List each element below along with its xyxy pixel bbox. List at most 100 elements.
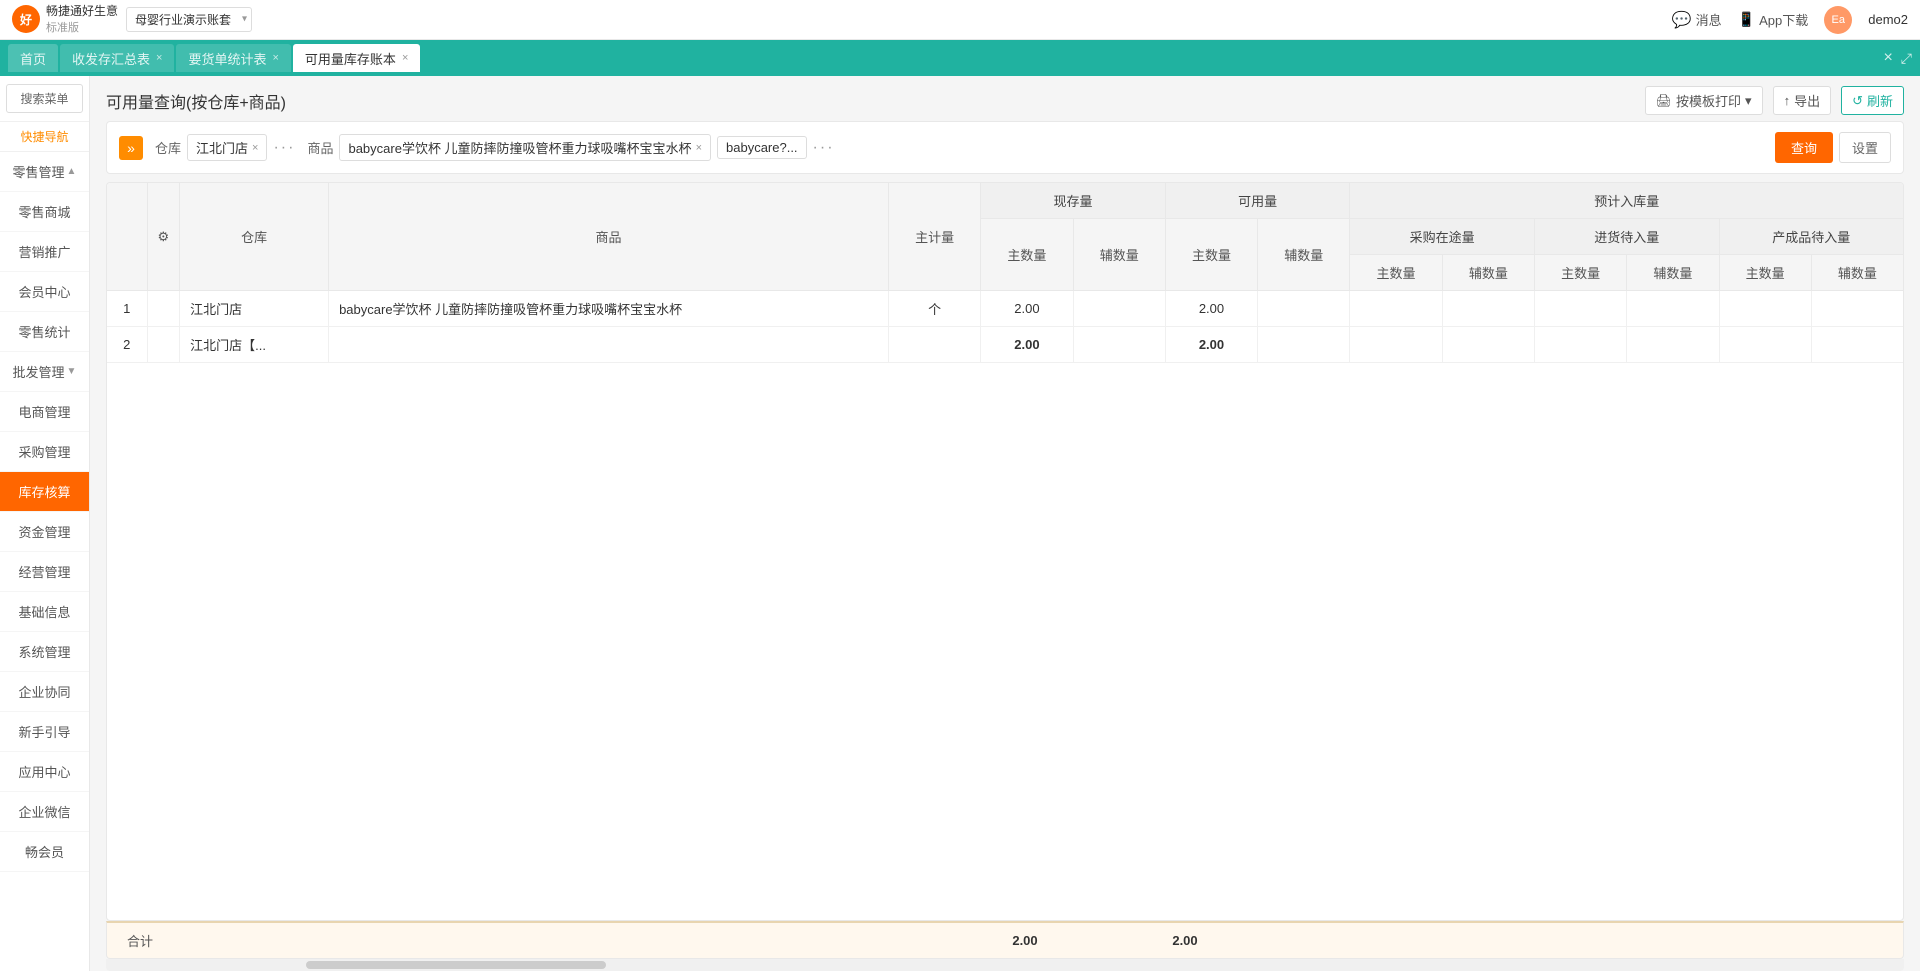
sidebar-item-new-guide[interactable]: 新手引导 xyxy=(0,712,89,752)
cell-seq: 1 xyxy=(107,291,147,327)
logo-sub: 标准版 xyxy=(46,19,118,35)
sidebar-finance-mgmt-label: 资金管理 xyxy=(18,522,70,541)
sidebar-item-enterprise-coop[interactable]: 企业协同 xyxy=(0,672,89,712)
product-filter-dots[interactable]: ··· xyxy=(813,139,835,157)
sidebar-purchase-mgmt-label: 采购管理 xyxy=(18,442,70,461)
export-btn[interactable]: ↑ 导出 xyxy=(1773,86,1832,115)
product-filter-tag-1[interactable]: babycare学饮杯 儿童防摔防撞吸管杯重力球吸嘴杯宝宝水杯 × xyxy=(339,134,711,161)
product-filter-group: 商品 babycare学饮杯 儿童防摔防撞吸管杯重力球吸嘴杯宝宝水杯 × bab… xyxy=(307,134,834,161)
page-header: 可用量查询(按仓库+商品) 🖨 按模板打印 ▾ ↑ 导出 ↺ 刷新 xyxy=(90,76,1920,121)
refresh-btn[interactable]: ↺ 刷新 xyxy=(1841,86,1904,115)
avatar: Ea xyxy=(1824,6,1852,34)
col-warehouse: 仓库 xyxy=(180,183,329,291)
page-actions: 🖨 按模板打印 ▾ ↑ 导出 ↺ 刷新 xyxy=(1645,86,1905,115)
filter-toggle-btn[interactable]: » xyxy=(119,136,143,160)
main-layout: 搜索菜单 快捷导航 零售管理 ▲ 零售商城 营销推广 会员中心 零售统计 批发管… xyxy=(0,76,1920,971)
cell-fin-aux xyxy=(1811,327,1903,363)
horizontal-scrollbar[interactable] xyxy=(106,959,1904,971)
sidebar-item-enterprise-wechat[interactable]: 企业微信 xyxy=(0,792,89,832)
industry-select[interactable]: 母婴行业演示账套 xyxy=(126,7,252,32)
template-print-btn[interactable]: 🖨 按模板打印 ▾ xyxy=(1645,86,1763,115)
industry-select-wrapper[interactable]: 母婴行业演示账套 xyxy=(126,7,252,32)
tab-receive-close[interactable]: × xyxy=(156,53,162,64)
settings-btn[interactable]: 设置 xyxy=(1839,132,1891,163)
message-label: 消息 xyxy=(1696,10,1722,29)
col-gear[interactable]: ⚙ xyxy=(147,183,180,291)
refresh-icon: ↺ xyxy=(1852,93,1863,109)
sidebar-item-purchase-mgmt[interactable]: 采购管理 xyxy=(0,432,89,472)
sidebar-item-basic-info[interactable]: 基础信息 xyxy=(0,592,89,632)
sidebar-retail-mgmt-label: 零售管理 xyxy=(13,162,65,181)
cell-inc-aux xyxy=(1627,291,1719,327)
footer-label: 合计 xyxy=(117,931,317,950)
sidebar-stock-check-label: 库存核算 xyxy=(18,482,70,501)
sidebar-item-retail-mall[interactable]: 零售商城 xyxy=(0,192,89,232)
col-incoming-main: 主数量 xyxy=(1534,255,1626,291)
logo-text: 畅捷通好生意 xyxy=(46,4,118,18)
close-all-tabs[interactable]: × xyxy=(1883,49,1892,67)
scrollbar-thumb[interactable] xyxy=(306,961,606,969)
app-download-btn[interactable]: 📱 App下载 xyxy=(1738,10,1809,29)
product-filter-tag-2[interactable]: babycare?... xyxy=(717,136,807,159)
sidebar-operation-mgmt-label: 经营管理 xyxy=(18,562,70,581)
sidebar-item-stock-check[interactable]: 库存核算 xyxy=(0,472,89,512)
footer-current-main: 2.00 xyxy=(985,933,1065,948)
page-title: 可用量查询(按仓库+商品) xyxy=(106,89,286,113)
product-filter-value-2: babycare?... xyxy=(726,140,798,155)
cell-current-aux xyxy=(1073,327,1165,363)
sidebar-item-ecommerce[interactable]: 电商管理 xyxy=(0,392,89,432)
sidebar-enterprise-wechat-label: 企业微信 xyxy=(18,802,70,821)
tab-receive[interactable]: 收发存汇总表 × xyxy=(60,44,174,72)
warehouse-filter-dots[interactable]: ··· xyxy=(273,139,295,157)
sidebar-item-app-center[interactable]: 应用中心 xyxy=(0,752,89,792)
cell-pt-aux xyxy=(1442,291,1534,327)
cell-available-main: 2.00 xyxy=(1165,327,1257,363)
expand-tabs[interactable]: ⤢ xyxy=(1901,50,1912,67)
sidebar-wholesale-mgmt-arrow: ▼ xyxy=(67,366,77,377)
data-table: ⚙ 仓库 商品 主计量 现存量 可用量 预计入库量 主数量 辅数量 主数量 辅数… xyxy=(107,183,1903,363)
search-menu-btn[interactable]: 搜索菜单 xyxy=(6,84,83,113)
product-filter-remove-1[interactable]: × xyxy=(696,142,702,154)
sidebar-item-marketing[interactable]: 营销推广 xyxy=(0,232,89,272)
sidebar-item-operation-mgmt[interactable]: 经营管理 xyxy=(0,552,89,592)
warehouse-filter-tag[interactable]: 江北门店 × xyxy=(187,134,267,161)
username[interactable]: demo2 xyxy=(1868,12,1908,27)
nav-tabs-right: × ⤢ xyxy=(1883,49,1912,67)
filter-bar: » 仓库 江北门店 × ··· 商品 babycare学饮杯 儿童防摔防撞吸管杯… xyxy=(106,121,1904,174)
quick-nav-btn[interactable]: 快捷导航 xyxy=(0,122,89,152)
sidebar-item-member-center[interactable]: 会员中心 xyxy=(0,272,89,312)
sidebar-member-center-label: 会员中心 xyxy=(18,282,70,301)
top-bar-left: 好 畅捷通好生意 标准版 母婴行业演示账套 xyxy=(12,4,252,34)
col-group-current: 现存量 xyxy=(981,183,1166,219)
cell-gear[interactable] xyxy=(147,327,180,363)
tab-home-label: 首页 xyxy=(20,49,46,68)
tab-order-stat[interactable]: 要货单统计表 × xyxy=(176,44,290,72)
message-btn[interactable]: 💬 消息 xyxy=(1672,10,1722,30)
cell-inc-aux xyxy=(1627,327,1719,363)
message-icon: 💬 xyxy=(1672,10,1692,30)
tab-available-stock[interactable]: 可用量库存账本 × xyxy=(293,44,420,72)
cell-fin-aux xyxy=(1811,291,1903,327)
content-area: 可用量查询(按仓库+商品) 🖨 按模板打印 ▾ ↑ 导出 ↺ 刷新 » xyxy=(90,76,1920,971)
warehouse-filter-value: 江北门店 xyxy=(196,138,248,157)
footer-nums: 2.00 2.00 xyxy=(317,933,1893,948)
cell-gear[interactable] xyxy=(147,291,180,327)
tab-home[interactable]: 首页 xyxy=(8,44,58,72)
col-group-planned: 预计入库量 xyxy=(1350,183,1903,219)
sidebar-item-retail-mgmt[interactable]: 零售管理 ▲ xyxy=(0,152,89,192)
query-btn[interactable]: 查询 xyxy=(1775,132,1833,163)
sidebar-item-vip-member[interactable]: 畅会员 xyxy=(0,832,89,872)
sidebar-item-finance-mgmt[interactable]: 资金管理 xyxy=(0,512,89,552)
sidebar-item-retail-stats[interactable]: 零售统计 xyxy=(0,312,89,352)
sidebar-retail-stats-label: 零售统计 xyxy=(18,322,70,341)
sidebar-item-wholesale-mgmt[interactable]: 批发管理 ▼ xyxy=(0,352,89,392)
sidebar-item-system-mgmt[interactable]: 系统管理 xyxy=(0,632,89,672)
tab-available-stock-close[interactable]: × xyxy=(402,53,408,64)
col-group-available: 可用量 xyxy=(1165,183,1350,219)
tab-available-stock-label: 可用量库存账本 xyxy=(305,49,396,68)
warehouse-filter-remove[interactable]: × xyxy=(252,142,258,154)
sidebar-vip-member-label: 畅会员 xyxy=(25,842,64,861)
cell-current-main: 2.00 xyxy=(981,291,1073,327)
tab-order-stat-close[interactable]: × xyxy=(272,53,278,64)
logo-text-block: 畅捷通好生意 标准版 xyxy=(46,4,118,34)
